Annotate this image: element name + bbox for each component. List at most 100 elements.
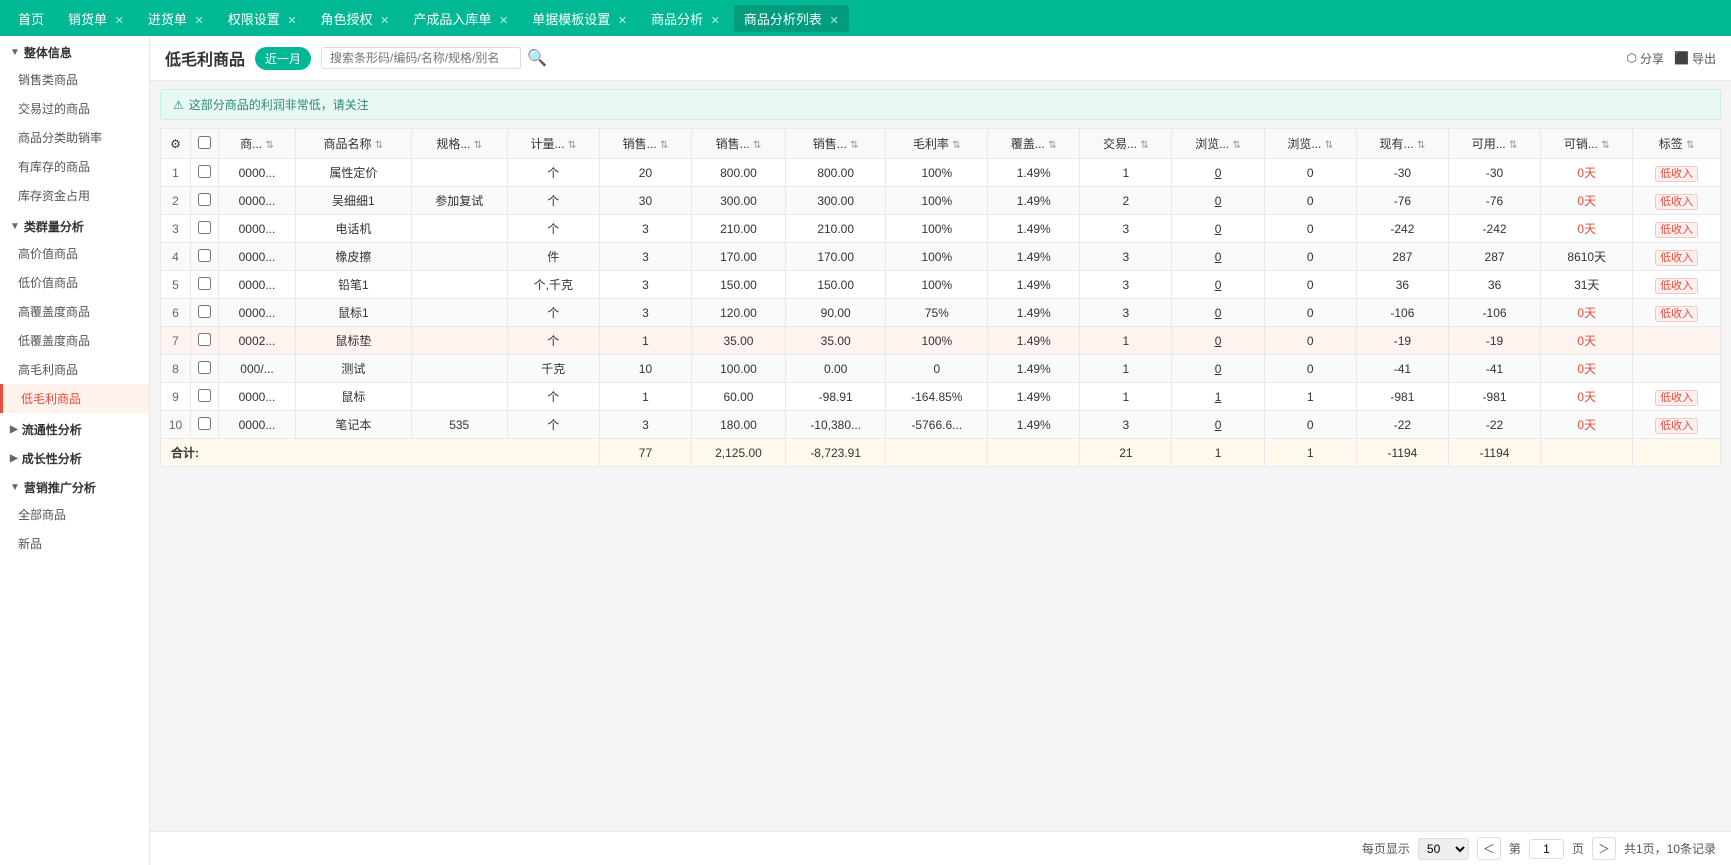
col-cover[interactable]: 覆盖... ⇅ — [988, 129, 1080, 159]
view1-link[interactable]: 1 — [1215, 390, 1222, 404]
row-checkbox-cell[interactable] — [191, 243, 219, 271]
row-checkbox-cell[interactable] — [191, 327, 219, 355]
nav-product-warehouse[interactable]: 产成品入库单 ✕ — [403, 5, 518, 32]
row-checkbox[interactable] — [198, 277, 211, 290]
row-view1[interactable]: 0 — [1172, 355, 1264, 383]
sidebar-item-high-coverage[interactable]: 高覆盖度商品 — [0, 297, 149, 326]
sidebar-item-all-goods[interactable]: 全部商品 — [0, 500, 149, 529]
view1-link[interactable]: 0 — [1215, 362, 1222, 376]
row-checkbox-cell[interactable] — [191, 355, 219, 383]
row-checkbox[interactable] — [198, 361, 211, 374]
row-checkbox-cell[interactable] — [191, 215, 219, 243]
search-input[interactable] — [321, 47, 521, 69]
col-stock3[interactable]: 可销... ⇅ — [1541, 129, 1633, 159]
col-settings[interactable]: ⚙ — [161, 129, 191, 159]
sidebar-item-in-stock[interactable]: 有库存的商品 — [0, 152, 149, 181]
sidebar-group-flow[interactable]: ▶ 流通性分析 — [0, 413, 149, 442]
sidebar-item-low-coverage[interactable]: 低覆盖度商品 — [0, 326, 149, 355]
view1-link[interactable]: 0 — [1215, 306, 1222, 320]
sidebar-item-category-rate[interactable]: 商品分类助销率 — [0, 123, 149, 152]
row-checkbox[interactable] — [198, 389, 211, 402]
sidebar-group-cluster[interactable]: ▼ 类群量分析 — [0, 210, 149, 239]
sidebar-item-low-value[interactable]: 低价值商品 — [0, 268, 149, 297]
sidebar-item-traded-goods[interactable]: 交易过的商品 — [0, 94, 149, 123]
nav-purchase-close[interactable]: ✕ — [194, 15, 203, 27]
sidebar-group-growth[interactable]: ▶ 成长性分析 — [0, 442, 149, 471]
row-view1[interactable]: 0 — [1172, 271, 1264, 299]
row-checkbox-cell[interactable] — [191, 299, 219, 327]
nav-sales[interactable]: 销货单 ✕ — [58, 5, 134, 32]
nav-permission[interactable]: 权限设置 ✕ — [218, 5, 307, 32]
row-checkbox[interactable] — [198, 165, 211, 178]
sidebar-item-sales-goods[interactable]: 销售类商品 — [0, 65, 149, 94]
sidebar-item-new-goods[interactable]: 新品 — [0, 529, 149, 558]
row-checkbox[interactable] — [198, 333, 211, 346]
nav-home[interactable]: 首页 — [8, 5, 54, 32]
nav-sales-close[interactable]: ✕ — [115, 15, 124, 27]
nav-goods-analysis[interactable]: 商品分析 ✕ — [641, 5, 730, 32]
col-view2[interactable]: 浏览... ⇅ — [1264, 129, 1356, 159]
nav-permission-close[interactable]: ✕ — [287, 15, 296, 27]
view1-link[interactable]: 0 — [1215, 418, 1222, 432]
sidebar-group-marketing[interactable]: ▼ 营销推广分析 — [0, 471, 149, 500]
row-checkbox[interactable] — [198, 305, 211, 318]
sidebar-group-overall[interactable]: ▼ 整体信息 — [0, 36, 149, 65]
col-sale3[interactable]: 销售... ⇅ — [785, 129, 886, 159]
nav-template-close[interactable]: ✕ — [618, 15, 627, 27]
row-checkbox[interactable] — [198, 221, 211, 234]
col-gross[interactable]: 毛利率 ⇅ — [886, 129, 988, 159]
sidebar-item-high-margin[interactable]: 高毛利商品 — [0, 355, 149, 384]
sidebar-item-capital[interactable]: 库存资金占用 — [0, 181, 149, 210]
row-view1[interactable]: 0 — [1172, 187, 1264, 215]
col-stock1[interactable]: 现有... ⇅ — [1356, 129, 1448, 159]
row-checkbox-cell[interactable] — [191, 271, 219, 299]
nav-role-close[interactable]: ✕ — [380, 15, 389, 27]
select-all-checkbox[interactable] — [198, 136, 211, 149]
row-checkbox[interactable] — [198, 193, 211, 206]
search-icon[interactable]: 🔍 — [527, 48, 547, 68]
page-number-input[interactable] — [1529, 839, 1564, 859]
col-trade[interactable]: 交易... ⇅ — [1080, 129, 1172, 159]
col-sale1[interactable]: 销售... ⇅ — [599, 129, 691, 159]
view1-link[interactable]: 0 — [1215, 278, 1222, 292]
row-view1[interactable]: 0 — [1172, 215, 1264, 243]
row-checkbox-cell[interactable] — [191, 383, 219, 411]
col-code[interactable]: 商... ⇅ — [219, 129, 296, 159]
col-name[interactable]: 商品名称 ⇅ — [295, 129, 411, 159]
share-button[interactable]: ⬡ 分享 — [1627, 50, 1665, 67]
col-sale2[interactable]: 销售... ⇅ — [692, 129, 786, 159]
row-view1[interactable]: 0 — [1172, 299, 1264, 327]
col-spec[interactable]: 规格... ⇅ — [411, 129, 507, 159]
row-checkbox-cell[interactable] — [191, 159, 219, 187]
view1-link[interactable]: 0 — [1215, 166, 1222, 180]
row-view1[interactable]: 0 — [1172, 159, 1264, 187]
table-container[interactable]: ⚙ 商... ⇅ 商品名称 ⇅ 规格... ⇅ 计量... ⇅ 销售... ⇅ … — [160, 128, 1721, 831]
view1-link[interactable]: 0 — [1215, 222, 1222, 236]
row-view1[interactable]: 0 — [1172, 327, 1264, 355]
prev-page-button[interactable]: ＜ — [1477, 837, 1501, 860]
row-checkbox-cell[interactable] — [191, 187, 219, 215]
row-checkbox[interactable] — [198, 249, 211, 262]
export-button[interactable]: ⬛ 导出 — [1674, 50, 1716, 67]
nav-role[interactable]: 角色授权 ✕ — [311, 5, 400, 32]
row-view1[interactable]: 0 — [1172, 243, 1264, 271]
nav-goods-analysis-close[interactable]: ✕ — [711, 15, 720, 27]
col-unit[interactable]: 计量... ⇅ — [507, 129, 599, 159]
nav-purchase[interactable]: 进货单 ✕ — [138, 5, 214, 32]
col-view1[interactable]: 浏览... ⇅ — [1172, 129, 1264, 159]
date-filter-button[interactable]: 近一月 — [255, 47, 311, 70]
sidebar-item-low-margin[interactable]: 低毛利商品 — [0, 384, 149, 413]
row-view1[interactable]: 1 — [1172, 383, 1264, 411]
nav-product-warehouse-close[interactable]: ✕ — [499, 15, 508, 27]
nav-template[interactable]: 单据模板设置 ✕ — [522, 5, 637, 32]
row-checkbox[interactable] — [198, 417, 211, 430]
next-page-button[interactable]: ＞ — [1592, 837, 1616, 860]
per-page-select[interactable]: 50 100 200 — [1418, 838, 1469, 860]
nav-goods-analysis-list-close[interactable]: ✕ — [830, 15, 839, 27]
row-view1[interactable]: 0 — [1172, 411, 1264, 439]
nav-goods-analysis-list[interactable]: 商品分析列表 ✕ — [734, 5, 849, 32]
col-stock2[interactable]: 可用... ⇅ — [1448, 129, 1540, 159]
view1-link[interactable]: 0 — [1215, 194, 1222, 208]
view1-link[interactable]: 0 — [1215, 250, 1222, 264]
sidebar-item-high-value[interactable]: 高价值商品 — [0, 239, 149, 268]
